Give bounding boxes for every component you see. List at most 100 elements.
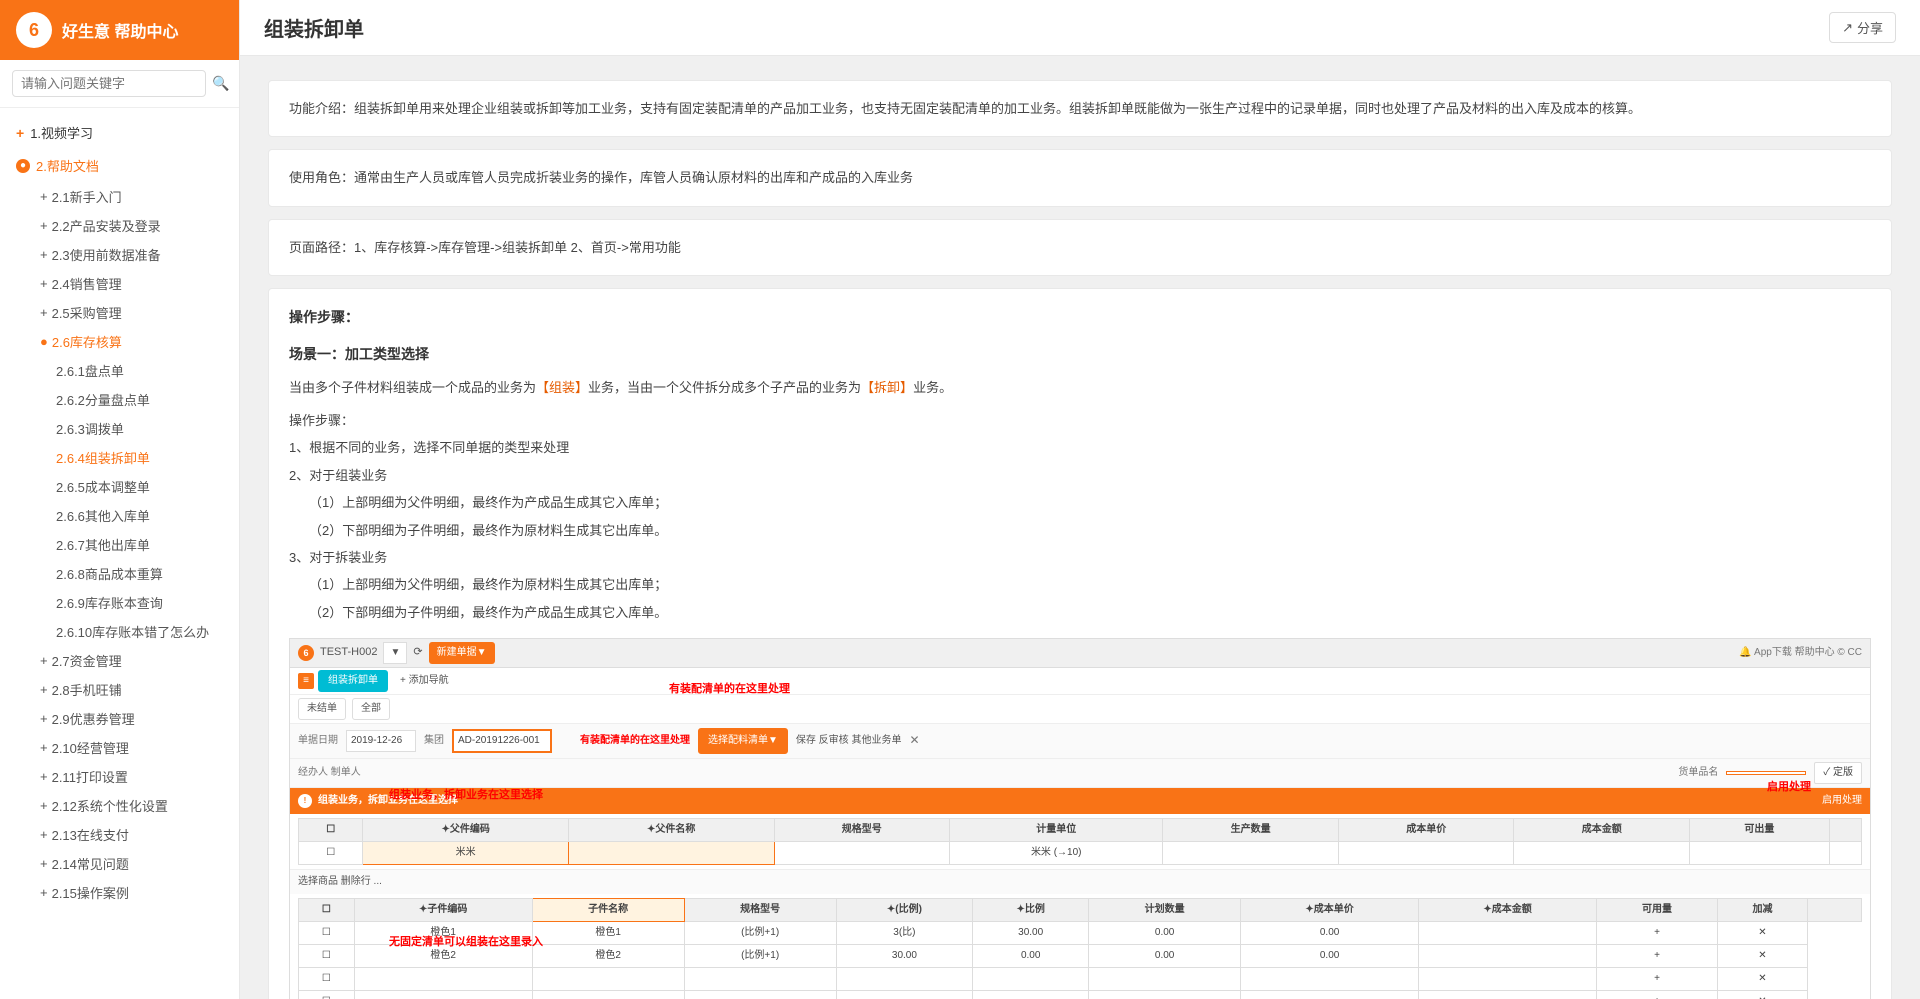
mock-input-sku[interactable] xyxy=(1726,771,1806,775)
nav-sub-2-10-title[interactable]: + 2.10经营管理 xyxy=(24,733,239,762)
nav-group-1-title[interactable]: + 1.视频学习 xyxy=(0,116,239,149)
nav-item-2-6-2[interactable]: 2.6.2分量盘点单 xyxy=(40,385,239,414)
mock-system-logo: 6 xyxy=(298,645,314,661)
nav-sub-2-10-label: 2.10经营管理 xyxy=(52,738,129,757)
th-unit: 计量单位 xyxy=(950,819,1163,842)
nav-item-2-6-7[interactable]: 2.6.7其他出库单 xyxy=(40,530,239,559)
nav-item-2-6-5[interactable]: 2.6.5成本调整单 xyxy=(40,472,239,501)
ltd-name-1: 橙色1 xyxy=(532,922,684,945)
mock-input-date[interactable]: 2019-12-26 xyxy=(346,730,416,752)
nav-sub-2-15-title[interactable]: + 2.15操作案例 xyxy=(24,878,239,907)
nav-item-2-6-4[interactable]: 2.6.4组装拆卸单 xyxy=(40,443,239,472)
step2-2-text: （2）下部明细为子件明细，最终作为原材料生成其它出库单。 xyxy=(289,519,1871,542)
ltd-total-2 xyxy=(1419,945,1597,968)
nav-sub-group-2-5: + 2.5采购管理 xyxy=(24,298,239,327)
ltd-plan-2: 0.00 xyxy=(1089,945,1241,968)
search-input[interactable] xyxy=(12,70,206,97)
mock-bom-btn[interactable]: 选择配料清单▼ xyxy=(698,728,788,754)
nav-sub-2-14-title[interactable]: + 2.14常见问题 xyxy=(24,849,239,878)
nav-item-2-6-6[interactable]: 2.6.6其他入库单 xyxy=(40,501,239,530)
mock-confirm-btn[interactable]: ✓ 定版 xyxy=(1814,762,1862,784)
th-parent-code: ✦父件编码 xyxy=(363,819,569,842)
mock-upper-table: ☐ ✦父件编码 ✦父件名称 规格型号 计量单位 生产数量 成本单价 成本金额 可… xyxy=(298,818,1862,865)
mock-tab-extra[interactable]: + 添加导航 xyxy=(392,670,457,692)
nav-sub-2-3-label: 2.3使用前数据准备 xyxy=(52,245,161,264)
active-dot-2-6: ● xyxy=(40,334,48,349)
th-cost: 成本单价 xyxy=(1338,819,1514,842)
nav-item-2-6-1[interactable]: 2.6.1盘点单 xyxy=(40,356,239,385)
nav-sub-2-1-label: 2.1新手入门 xyxy=(52,187,122,206)
nav-sub-group-2-8: + 2.8手机旺铺 xyxy=(24,675,239,704)
ltd-ratio-1: 30.00 xyxy=(973,922,1089,945)
ltd-act-1: ✕ xyxy=(1718,922,1808,945)
nav-sub-2-2-label: 2.2产品安装及登录 xyxy=(52,216,161,235)
sidebar: 6 好生意 帮助中心 🔍 + 1.视频学习 ● 2.帮助文档 + xyxy=(0,0,240,999)
nav-sub-2-2-title[interactable]: + 2.2产品安装及登录 xyxy=(24,211,239,240)
nav-sub-2-11-label: 2.11打印设置 xyxy=(52,767,128,786)
lth-cost: ✦成本单价 xyxy=(1241,899,1419,922)
nav-item-2-6-9[interactable]: 2.6.9库存账本查询 xyxy=(40,588,239,617)
nav-item-2-6-8[interactable]: 2.6.8商品成本重算 xyxy=(40,559,239,588)
ltd-code-4 xyxy=(354,991,532,999)
ltd-code-3 xyxy=(354,968,532,991)
lth-spec: 规格型号 xyxy=(684,899,836,922)
nav-sub-2-7-title[interactable]: + 2.7资金管理 xyxy=(24,646,239,675)
mock-tab-assembly-active[interactable]: 组装拆卸单 xyxy=(318,670,388,692)
nav-sub-group-2-11: + 2.11打印设置 xyxy=(24,762,239,791)
nav-sub-2-12-title[interactable]: + 2.12系统个性化设置 xyxy=(24,791,239,820)
bracket-disassembly: 【拆卸】 xyxy=(861,380,913,395)
mock-close-x[interactable]: ✕ xyxy=(909,730,919,752)
td-parent-code-1: 米米 xyxy=(363,842,569,865)
scene1-title: 场景一：加工类型选择 xyxy=(289,342,1871,367)
mock-tab-new[interactable]: 未结单 xyxy=(298,698,346,720)
screenshot-container: 6 TEST-H002 ▼ ⟳ 新建单据▼ 🔔 App下载 帮助中心 © CC … xyxy=(289,638,1871,999)
nav-sub-2-13-title[interactable]: + 2.13在线支付 xyxy=(24,820,239,849)
nav-sub-2-1-title[interactable]: + 2.1新手入门 xyxy=(24,182,239,211)
plus-icon-2-13: + xyxy=(40,827,48,842)
nav-sub-2-3-title[interactable]: + 2.3使用前数据准备 xyxy=(24,240,239,269)
nav-sub-2-8-title[interactable]: + 2.8手机旺铺 xyxy=(24,675,239,704)
search-button[interactable]: 🔍 xyxy=(212,75,229,92)
nav-sub-2-11-title[interactable]: + 2.11打印设置 xyxy=(24,762,239,791)
sidebar-header: 6 好生意 帮助中心 xyxy=(0,0,239,60)
plus-icon-2-11: + xyxy=(40,769,48,784)
nav-item-2-6-3[interactable]: 2.6.3调拨单 xyxy=(40,414,239,443)
page-title: 组装拆卸单 xyxy=(264,13,364,42)
plus-icon-2-3: + xyxy=(40,247,48,262)
nav-sub-2-5-title[interactable]: + 2.5采购管理 xyxy=(24,298,239,327)
nav-group-2-title[interactable]: ● 2.帮助文档 xyxy=(0,149,239,182)
nav-sub-2-13-label: 2.13在线支付 xyxy=(52,825,129,844)
td-act-1 xyxy=(1829,842,1861,865)
lth-total: ✦成本金额 xyxy=(1419,899,1597,922)
mock-input-docno[interactable]: AD-20191226-001 xyxy=(452,729,552,753)
lth-plan-num: 计划数量 xyxy=(1089,899,1241,922)
nav-sub-group-2-3: + 2.3使用前数据准备 xyxy=(24,240,239,269)
step3-1-text: （1）上部明细为父件明细，最终作为原材料生成其它出库单； xyxy=(289,573,1871,596)
ltd-cb-3: ☐ xyxy=(299,968,355,991)
role-text: 使用角色：通常由生产人员或库管人员完成折装业务的操作，库管人员确认原材料的出库和… xyxy=(289,166,1871,189)
lth-unit: ✦(比例) xyxy=(836,899,973,922)
sidebar-search-bar: 🔍 xyxy=(0,60,239,108)
mock-tab-all[interactable]: 全部 xyxy=(352,698,390,720)
nav-sub-2-6-title[interactable]: ● 2.6库存核算 xyxy=(24,327,239,356)
ltd-total-3 xyxy=(1419,968,1597,991)
mock-action-btns: 保存 反审核 其他业务单 xyxy=(796,732,902,750)
nav-sub-2-12-label: 2.12系统个性化设置 xyxy=(52,796,168,815)
th-parent-name: ✦父件名称 xyxy=(568,819,774,842)
nav-tree: + 1.视频学习 ● 2.帮助文档 + 2.1新手入门 xyxy=(0,108,239,999)
nav-sub-2-4-title[interactable]: + 2.4销售管理 xyxy=(24,269,239,298)
nav-sub-2-9-title[interactable]: + 2.9优惠券管理 xyxy=(24,704,239,733)
annotation-manual-label: 无固定清单可以组装在这里录入 xyxy=(389,933,543,953)
td-cost-1 xyxy=(1338,842,1514,865)
nav-item-2-6-10[interactable]: 2.6.10库存账本错了怎么办 xyxy=(40,617,239,646)
plus-icon-2-9: + xyxy=(40,711,48,726)
th-avail: 可出量 xyxy=(1690,819,1830,842)
nav-sub-group-2-12: + 2.12系统个性化设置 xyxy=(24,791,239,820)
active-dot-2: ● xyxy=(16,159,30,173)
share-button[interactable]: ↗ 分享 xyxy=(1829,12,1896,43)
nav-sub-2-5-label: 2.5采购管理 xyxy=(52,303,122,322)
ltd-avail-1: + xyxy=(1597,922,1718,945)
mock-annotation-bom: 有装配清单的在这里处理 xyxy=(580,732,690,750)
mock-dropdown: ▼ xyxy=(383,642,407,664)
lth-cb: ☐ xyxy=(299,899,355,922)
